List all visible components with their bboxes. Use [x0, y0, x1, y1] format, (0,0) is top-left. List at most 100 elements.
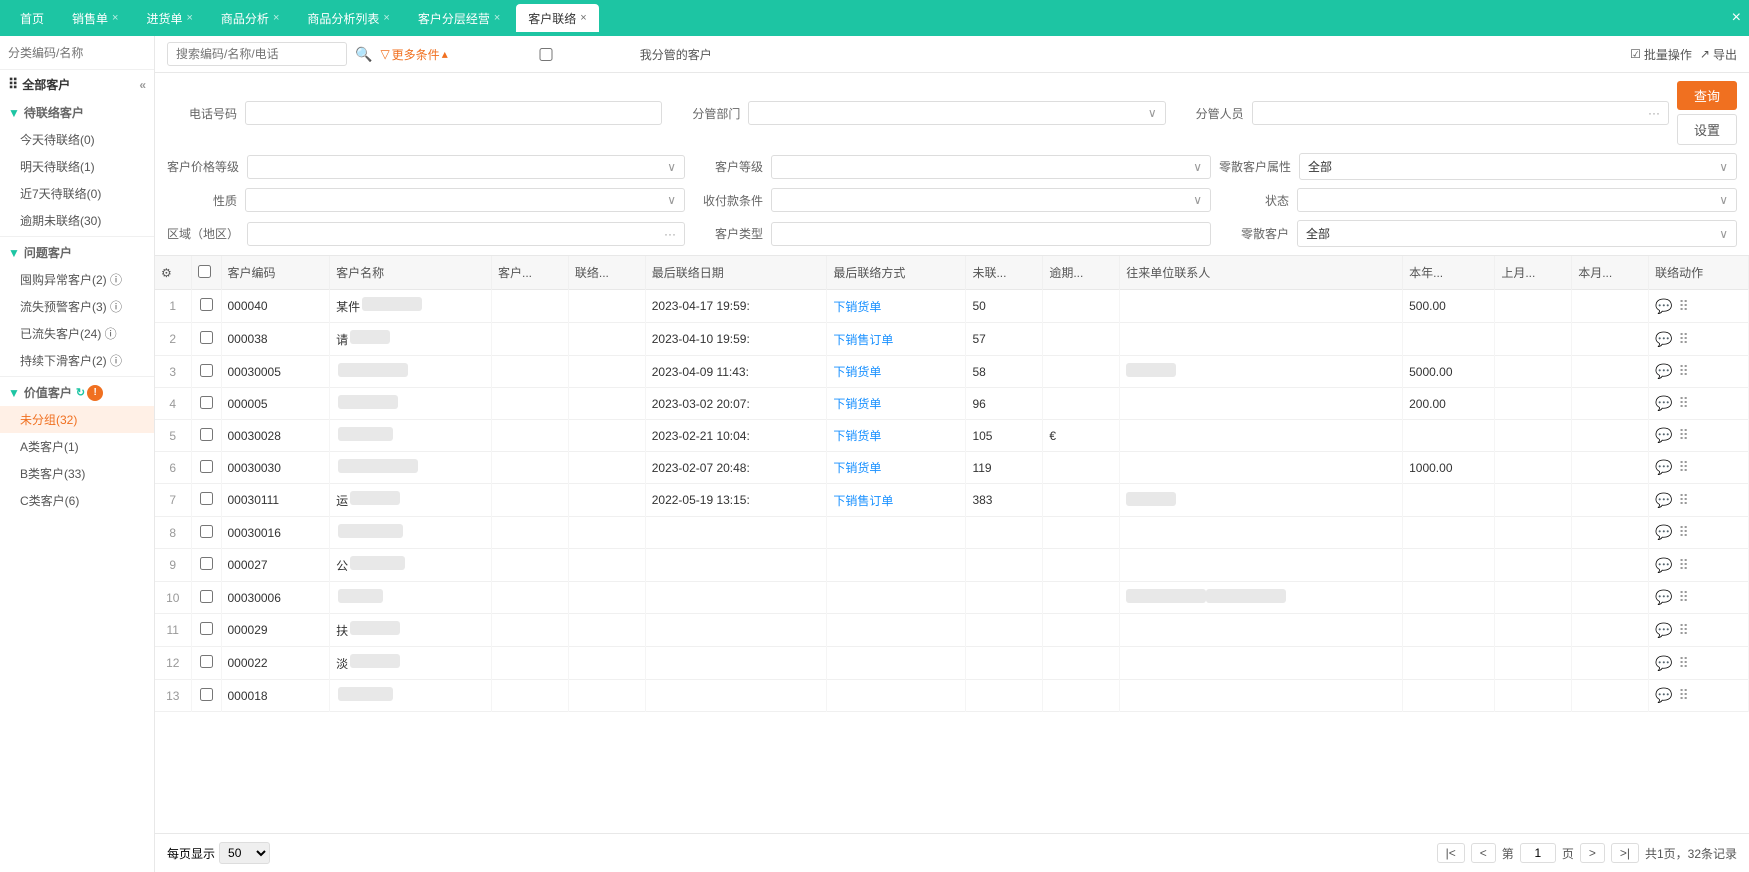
- nav-tab-customer-contact-close[interactable]: ×: [580, 12, 586, 24]
- row-checkbox[interactable]: [200, 492, 213, 505]
- export-btn[interactable]: ↗ 导出: [1700, 46, 1737, 63]
- search-input[interactable]: [167, 42, 347, 66]
- row-checkbox-cell[interactable]: [191, 484, 221, 517]
- action-chat-icon[interactable]: 💬: [1655, 395, 1672, 412]
- filter-input-customer-tier[interactable]: ∨: [771, 155, 1211, 179]
- nav-tab-purchase-close[interactable]: ×: [186, 12, 192, 24]
- action-more-icon[interactable]: ⠿: [1679, 395, 1689, 412]
- row-checkbox[interactable]: [200, 298, 213, 311]
- select-all-checkbox[interactable]: [198, 265, 211, 278]
- sidebar-item-ungroup[interactable]: 未分组(32): [0, 406, 154, 433]
- sidebar-group-value-refresh[interactable]: ↻: [76, 386, 85, 399]
- action-more-icon[interactable]: ⠿: [1679, 331, 1689, 348]
- nav-tab-sales[interactable]: 销售单 ×: [60, 4, 130, 32]
- sidebar-item-today[interactable]: 今天待联络(0): [0, 126, 154, 153]
- row-checkbox-cell[interactable]: [191, 647, 221, 680]
- filter-input-dept[interactable]: ∨: [748, 101, 1165, 125]
- last-method-link[interactable]: 下销货单: [833, 300, 881, 314]
- nav-close-all-btn[interactable]: ×: [1732, 9, 1741, 27]
- action-chat-icon[interactable]: 💬: [1655, 331, 1672, 348]
- action-more-icon[interactable]: ⠿: [1679, 557, 1689, 574]
- action-chat-icon[interactable]: 💬: [1655, 589, 1672, 606]
- row-checkbox-cell[interactable]: [191, 388, 221, 420]
- last-method-link[interactable]: 下销货单: [833, 397, 881, 411]
- sidebar-item-declining[interactable]: 持续下滑客户(2) ⓘ: [0, 347, 154, 374]
- row-checkbox-cell[interactable]: [191, 323, 221, 356]
- row-checkbox[interactable]: [200, 428, 213, 441]
- filter-input-customer-type[interactable]: [771, 222, 1211, 246]
- nav-tab-home[interactable]: 首页: [8, 4, 56, 32]
- filter-input-manager[interactable]: ···: [1252, 101, 1669, 125]
- batch-ops-btn[interactable]: ☑ 批量操作: [1630, 46, 1692, 63]
- action-more-icon[interactable]: ⠿: [1679, 427, 1689, 444]
- th-checkbox[interactable]: [191, 256, 221, 290]
- filter-input-status[interactable]: ∨: [1297, 188, 1737, 212]
- reset-button[interactable]: 设置: [1677, 114, 1737, 145]
- action-more-icon[interactable]: ⠿: [1679, 687, 1689, 704]
- action-more-icon[interactable]: ⠿: [1679, 492, 1689, 509]
- sidebar-all-customers[interactable]: ⠿ 全部客户 «: [0, 70, 154, 99]
- action-chat-icon[interactable]: 💬: [1655, 524, 1672, 541]
- action-chat-icon[interactable]: 💬: [1655, 687, 1672, 704]
- first-page-btn[interactable]: |<: [1437, 843, 1465, 863]
- sidebar-group-pending[interactable]: ▼ 待联络客户: [0, 99, 154, 126]
- action-more-icon[interactable]: ⠿: [1679, 363, 1689, 380]
- nav-tab-customer-tier[interactable]: 客户分层经营 ×: [406, 4, 512, 32]
- sidebar-item-overdue[interactable]: 逾期未联络(30): [0, 207, 154, 234]
- sidebar-item-b-class[interactable]: B类客户(33): [0, 460, 154, 487]
- next-page-btn[interactable]: >: [1580, 843, 1605, 863]
- row-checkbox-cell[interactable]: [191, 356, 221, 388]
- sidebar-item-a-class[interactable]: A类客户(1): [0, 433, 154, 460]
- row-checkbox-cell[interactable]: [191, 549, 221, 582]
- filter-search-icon[interactable]: 🔍: [355, 46, 372, 63]
- nav-tab-sales-close[interactable]: ×: [112, 12, 118, 24]
- nav-tab-goods-analysis-close[interactable]: ×: [273, 12, 279, 24]
- filter-input-region[interactable]: ···: [247, 222, 685, 246]
- action-chat-icon[interactable]: 💬: [1655, 622, 1672, 639]
- row-checkbox[interactable]: [200, 396, 213, 409]
- nav-tab-customer-tier-close[interactable]: ×: [494, 12, 500, 24]
- row-checkbox[interactable]: [200, 688, 213, 701]
- nav-tab-goods-analysis[interactable]: 商品分析 ×: [209, 4, 291, 32]
- row-checkbox[interactable]: [200, 525, 213, 538]
- row-checkbox[interactable]: [200, 460, 213, 473]
- sidebar-item-churn-warning[interactable]: 流失预警客户(3) ⓘ: [0, 293, 154, 320]
- last-method-link[interactable]: 下销售订单: [833, 494, 893, 508]
- row-checkbox[interactable]: [200, 622, 213, 635]
- action-more-icon[interactable]: ⠿: [1679, 298, 1689, 315]
- action-more-icon[interactable]: ⠿: [1679, 524, 1689, 541]
- filter-input-price-tier[interactable]: ∨: [247, 155, 685, 179]
- row-checkbox[interactable]: [200, 655, 213, 668]
- th-settings[interactable]: ⚙: [155, 256, 191, 290]
- nav-tab-goods-analysis-list[interactable]: 商品分析列表 ×: [295, 4, 401, 32]
- prev-page-btn[interactable]: <: [1471, 843, 1496, 863]
- nav-tab-purchase[interactable]: 进货单 ×: [134, 4, 204, 32]
- nav-tab-goods-analysis-list-close[interactable]: ×: [383, 12, 389, 24]
- filter-input-sparse-customer[interactable]: 全部 ∨: [1297, 220, 1737, 247]
- sidebar-group-value[interactable]: ▼ 价值客户 ↻ !: [0, 379, 154, 406]
- page-size-select[interactable]: 50 100 200: [219, 842, 270, 864]
- nav-tab-customer-contact[interactable]: 客户联络 ×: [516, 4, 598, 32]
- row-checkbox-cell[interactable]: [191, 680, 221, 712]
- last-method-link[interactable]: 下销货单: [833, 461, 881, 475]
- action-chat-icon[interactable]: 💬: [1655, 363, 1672, 380]
- sidebar-item-churned[interactable]: 已流失客户(24) ⓘ: [0, 320, 154, 347]
- row-checkbox[interactable]: [200, 557, 213, 570]
- last-method-link[interactable]: 下销售订单: [833, 333, 893, 347]
- current-page-input[interactable]: [1520, 843, 1556, 863]
- row-checkbox-cell[interactable]: [191, 290, 221, 323]
- last-method-link[interactable]: 下销货单: [833, 429, 881, 443]
- sidebar-collapse-btn[interactable]: «: [139, 78, 146, 92]
- row-checkbox[interactable]: [200, 590, 213, 603]
- row-checkbox-cell[interactable]: [191, 582, 221, 614]
- last-method-link[interactable]: 下销货单: [833, 365, 881, 379]
- sidebar-item-7days[interactable]: 近7天待联络(0): [0, 180, 154, 207]
- more-conditions-btn[interactable]: ▽ 更多条件 ▴: [380, 46, 447, 63]
- action-chat-icon[interactable]: 💬: [1655, 459, 1672, 476]
- my-customers-checkbox-area[interactable]: 我分管的客户: [456, 46, 712, 63]
- query-button[interactable]: 查询: [1677, 81, 1737, 110]
- filter-input-phone[interactable]: [245, 101, 662, 125]
- sidebar-item-stockup-abnormal[interactable]: 囤购异常客户(2) ⓘ: [0, 266, 154, 293]
- row-checkbox-cell[interactable]: [191, 452, 221, 484]
- action-more-icon[interactable]: ⠿: [1679, 655, 1689, 672]
